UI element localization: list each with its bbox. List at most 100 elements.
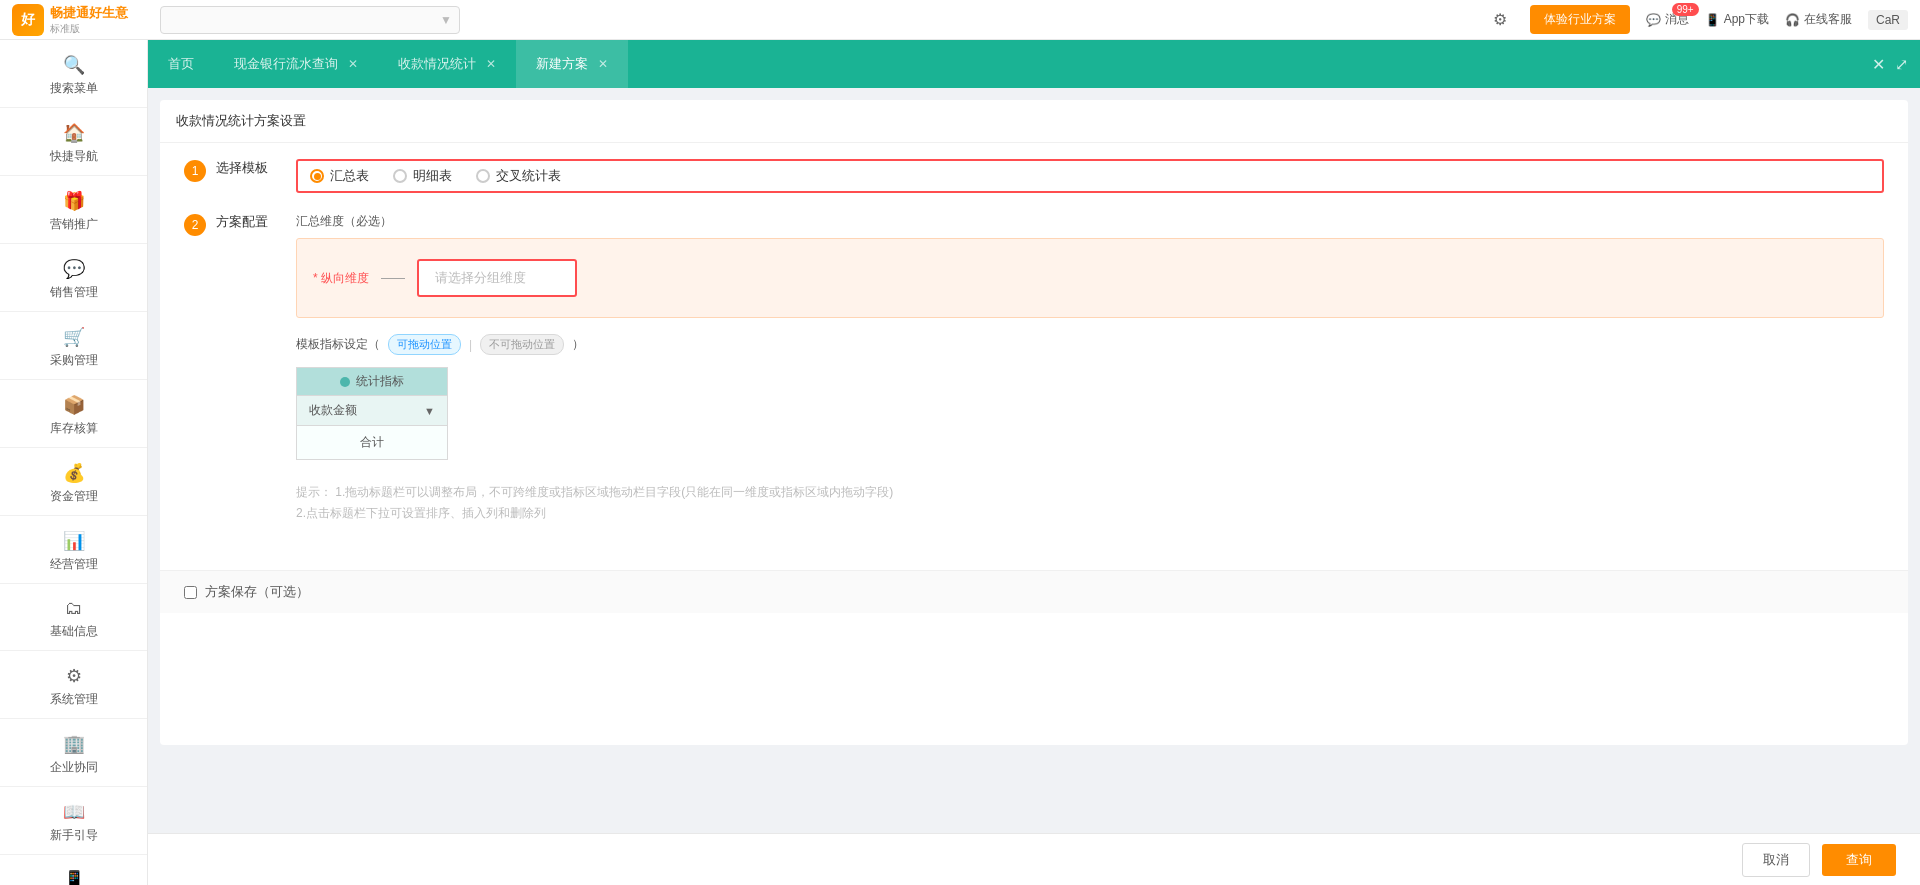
sidebar-item-label: 资金管理 [50,488,98,505]
metrics-col-sub: 合计 [297,426,447,459]
notification-button[interactable]: 💬 消息 99+ [1646,11,1689,28]
main-wrapper: 🔍 搜索菜单 🏠 快捷导航 🎁 营销推广 💬 销售管理 🛒 采购管理 📦 库存核… [0,40,1920,885]
radio-cross-label: 交叉统计表 [496,167,561,185]
download-label: App下载 [1724,11,1769,28]
sidebar-item-inventory[interactable]: 📦 库存核算 [0,380,147,448]
service-label: 在线客服 [1804,11,1852,28]
sidebar-item-label: 营销推广 [50,216,98,233]
dimension-selector[interactable]: 请选择分组维度 [417,259,577,297]
sys-manage-icon: ⚙ [66,665,82,687]
tab-bank-flow-close[interactable]: ✕ [348,57,358,71]
sidebar-item-sys-manage[interactable]: ⚙ 系统管理 [0,651,147,719]
sidebar-item-basic-info[interactable]: 🗂 基础信息 [0,584,147,651]
section2-title: 方案配置 [216,213,276,231]
sidebar-item-label: 销售管理 [50,284,98,301]
sidebar-item-enterprise[interactable]: 🏢 企业协同 [0,719,147,787]
search-menu-icon: 🔍 [63,54,85,76]
search-icon: ▼ [440,13,452,27]
tip1: 提示： 1.拖动标题栏可以调整布局，不可跨维度或指标区域拖动栏目字段(只能在同一… [296,484,1884,501]
inventory-icon: 📦 [63,394,85,416]
sidebar-item-label: 经营管理 [50,556,98,573]
sidebar-item-operations[interactable]: 📊 经营管理 [0,516,147,584]
tab-bank-flow[interactable]: 现金银行流水查询 ✕ [214,40,378,88]
section2-content: 汇总维度（必选） * 纵向维度 —— 请选择分组维度 [296,213,1884,534]
tab-new-plan-close[interactable]: ✕ [598,57,608,71]
marketing-icon: 🎁 [63,190,85,212]
smart-hw-icon: 📱 [63,869,85,885]
dimension-area: * 纵向维度 —— 请选择分组维度 [296,238,1884,318]
radio-cross[interactable]: 交叉统计表 [476,167,561,185]
metrics-section: 模板指标设定（ 可拖动位置 | 不可拖动位置 ） [296,334,1884,460]
trial-button[interactable]: 体验行业方案 [1530,5,1630,34]
page-inner: 收款情况统计方案设置 1 选择模板 汇总表 [160,100,1908,745]
dimension-title: 汇总维度（必选） [296,213,1884,230]
tip2: 2.点击标题栏下拉可设置排序、插入列和删除列 [296,505,1884,522]
message-icon: 💬 [1646,13,1661,27]
radio-detail-circle [393,169,407,183]
purchase-icon: 🛒 [63,326,85,348]
sidebar-item-smart-hw[interactable]: 📱 智能硬件 [0,855,147,885]
sidebar-item-finance[interactable]: 💰 资金管理 [0,448,147,516]
beginner-icon: 📖 [63,801,85,823]
top-search-container: ▼ [160,6,460,34]
section1-row: 1 选择模板 汇总表 明细表 [184,159,1884,193]
top-bar: 好 畅捷通好生意 标准版 ▼ ⚙ 体验行业方案 💬 消息 99+ 📱 App下载… [0,0,1920,40]
sidebar-item-sales[interactable]: 💬 销售管理 [0,244,147,312]
metrics-col-header[interactable]: 收款金额 ▼ [297,396,447,426]
metrics-close-paren: ） [572,336,584,353]
tab-collection-stat[interactable]: 收款情况统计 ✕ [378,40,516,88]
sales-icon: 💬 [63,258,85,280]
window-close-icon[interactable]: ✕ [1872,55,1885,74]
sidebar-item-marketing[interactable]: 🎁 营销推广 [0,176,147,244]
tab-collection-stat-close[interactable]: ✕ [486,57,496,71]
metrics-stat-label: 统计指标 [297,368,447,396]
sidebar-item-purchase[interactable]: 🛒 采购管理 [0,312,147,380]
section2-num: 2 [184,214,206,236]
search-input[interactable] [160,6,460,34]
radio-summary[interactable]: 汇总表 [310,167,369,185]
query-button[interactable]: 查询 [1822,844,1896,876]
page-title: 收款情况统计方案设置 [176,113,306,128]
window-expand-icon[interactable]: ⤢ [1895,55,1908,74]
sidebar-item-label: 快捷导航 [50,148,98,165]
radio-cross-circle [476,169,490,183]
tab-home[interactable]: 首页 [148,55,214,73]
sidebar-item-label: 基础信息 [50,623,98,640]
vertical-label: * 纵向维度 [313,270,369,287]
content-area: 首页 现金银行流水查询 ✕ 收款情况统计 ✕ 新建方案 ✕ ✕ ⤢ [148,40,1920,885]
sidebar-item-label: 库存核算 [50,420,98,437]
metrics-table: 统计指标 收款金额 ▼ 合计 [296,367,448,460]
sidebar: 🔍 搜索菜单 🏠 快捷导航 🎁 营销推广 💬 销售管理 🛒 采购管理 📦 库存核… [0,40,148,885]
download-icon: 📱 [1705,13,1720,27]
finance-icon: 💰 [63,462,85,484]
metrics-header-text: 模板指标设定（ [296,336,380,353]
user-info[interactable]: CaR [1868,10,1908,30]
cancel-button[interactable]: 取消 [1742,843,1810,877]
radio-detail[interactable]: 明细表 [393,167,452,185]
enterprise-icon: 🏢 [63,733,85,755]
bottom-bar: 取消 查询 [148,833,1920,885]
save-label: 方案保存（可选） [205,583,309,601]
section1-title: 选择模板 [216,159,276,177]
sidebar-item-label: 系统管理 [50,691,98,708]
stat-indicator [340,377,350,387]
sidebar-item-quick-nav[interactable]: 🏠 快捷导航 [0,108,147,176]
sidebar-item-search-menu[interactable]: 🔍 搜索菜单 [0,40,147,108]
sidebar-item-label: 搜索菜单 [50,80,98,97]
gear-button[interactable]: ⚙ [1486,6,1514,34]
notification-badge: 99+ [1672,3,1699,16]
download-button[interactable]: 📱 App下载 [1705,11,1769,28]
dim-arrow-icon: —— [381,271,405,285]
sidebar-item-label: 新手引导 [50,827,98,844]
tab-new-plan[interactable]: 新建方案 ✕ [516,40,628,88]
radio-summary-circle [310,169,324,183]
radio-summary-label: 汇总表 [330,167,369,185]
metrics-header: 模板指标设定（ 可拖动位置 | 不可拖动位置 ） [296,334,1884,355]
tab-collection-stat-label: 收款情况统计 [398,55,476,73]
logo: 好 畅捷通好生意 标准版 [12,4,152,36]
save-checkbox[interactable] [184,586,197,599]
service-button[interactable]: 🎧 在线客服 [1785,11,1852,28]
sidebar-item-beginner[interactable]: 📖 新手引导 [0,787,147,855]
chevron-down-icon: ▼ [424,405,435,417]
page-header: 收款情况统计方案设置 [160,100,1908,143]
